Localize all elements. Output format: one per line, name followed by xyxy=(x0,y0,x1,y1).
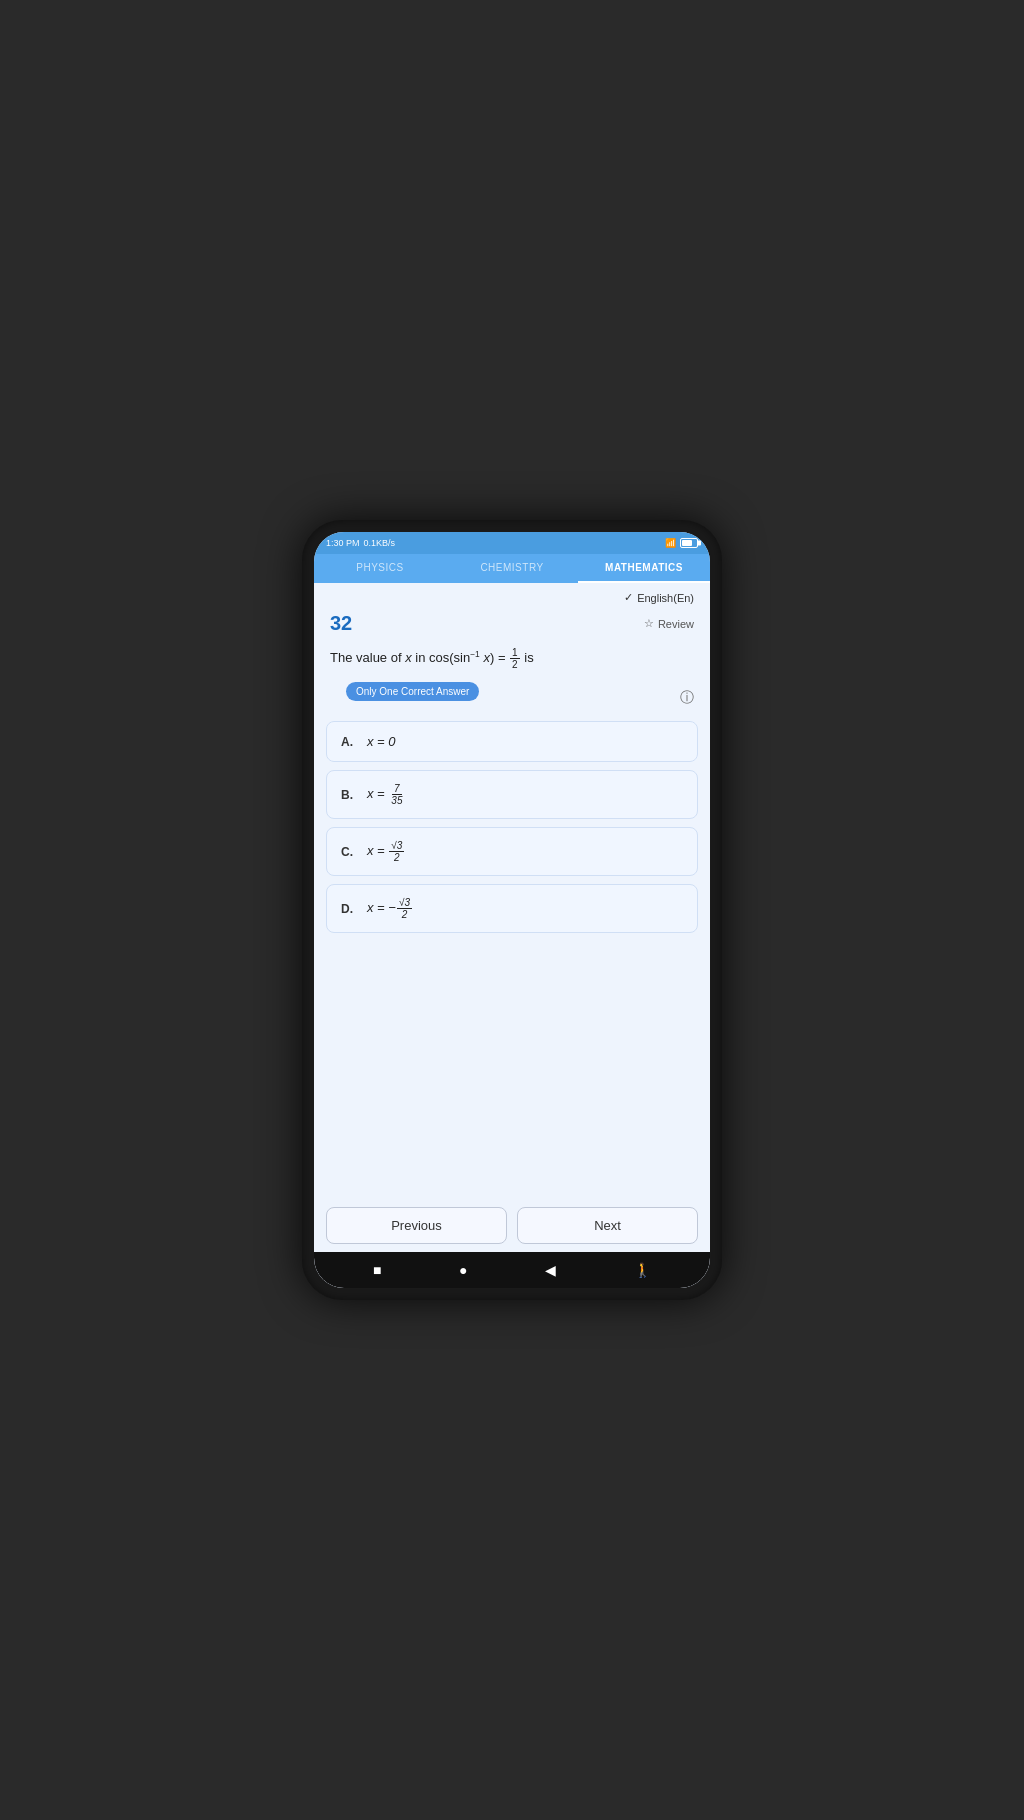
language-label: English(En) xyxy=(637,592,694,604)
phone-screen: 1:30 PM 0.1KB/s 📶 PHYSICS CHEMISTRY MATH… xyxy=(314,532,710,1288)
recent-apps-button[interactable]: ■ xyxy=(365,1258,389,1282)
status-right: 📶 xyxy=(665,538,698,548)
status-left: 1:30 PM 0.1KB/s xyxy=(326,538,395,548)
tab-physics[interactable]: PHYSICS xyxy=(314,554,446,583)
home-button[interactable]: ● xyxy=(451,1258,475,1282)
option-a-value: x = 0 xyxy=(367,734,396,749)
status-time: 1:30 PM xyxy=(326,538,360,548)
system-nav: ■ ● ◀ 🚶 xyxy=(314,1252,710,1288)
option-c[interactable]: C. x = √32 xyxy=(326,827,698,876)
badge-row: Only One Correct Answer ⓘ xyxy=(314,682,710,721)
question-text: The value of x in cos(sin−1 x) = 12 is xyxy=(314,643,710,682)
option-c-label: C. xyxy=(341,845,357,859)
tab-bar: PHYSICS CHEMISTRY MATHEMATICS xyxy=(314,554,710,583)
option-a[interactable]: A. x = 0 xyxy=(326,721,698,762)
options-area: A. x = 0 B. x = 735 C. x = √32 xyxy=(314,721,710,1197)
signal-icon: 📶 xyxy=(665,538,676,548)
status-bar: 1:30 PM 0.1KB/s 📶 xyxy=(314,532,710,554)
previous-button[interactable]: Previous xyxy=(326,1207,507,1244)
question-header: 32 ☆ Review xyxy=(314,608,710,643)
option-b-value: x = 735 xyxy=(367,783,405,806)
next-button[interactable]: Next xyxy=(517,1207,698,1244)
option-d[interactable]: D. x = −√32 xyxy=(326,884,698,933)
star-icon: ☆ xyxy=(644,617,654,630)
status-data: 0.1KB/s xyxy=(364,538,396,548)
nav-buttons: Previous Next xyxy=(314,1197,710,1252)
tab-chemistry[interactable]: CHEMISTRY xyxy=(446,554,578,583)
battery-icon xyxy=(680,538,698,548)
question-number: 32 xyxy=(330,612,352,635)
option-c-value: x = √32 xyxy=(367,840,405,863)
option-b[interactable]: B. x = 735 xyxy=(326,770,698,819)
option-d-label: D. xyxy=(341,902,357,916)
option-a-label: A. xyxy=(341,735,357,749)
language-selector[interactable]: ✓ English(En) xyxy=(314,583,710,608)
answer-type-badge: Only One Correct Answer xyxy=(346,682,479,701)
phone-frame: 1:30 PM 0.1KB/s 📶 PHYSICS CHEMISTRY MATH… xyxy=(302,520,722,1300)
option-d-value: x = −√32 xyxy=(367,897,413,920)
content-area: ✓ English(En) 32 ☆ Review The value of x… xyxy=(314,583,710,1252)
check-icon: ✓ xyxy=(624,591,633,604)
option-b-label: B. xyxy=(341,788,357,802)
back-button[interactable]: ◀ xyxy=(537,1258,564,1282)
review-button[interactable]: ☆ Review xyxy=(644,617,694,630)
tab-mathematics[interactable]: MATHEMATICS xyxy=(578,554,710,583)
accessibility-button[interactable]: 🚶 xyxy=(626,1258,659,1282)
review-label: Review xyxy=(658,618,694,630)
info-icon[interactable]: ⓘ xyxy=(680,689,694,707)
